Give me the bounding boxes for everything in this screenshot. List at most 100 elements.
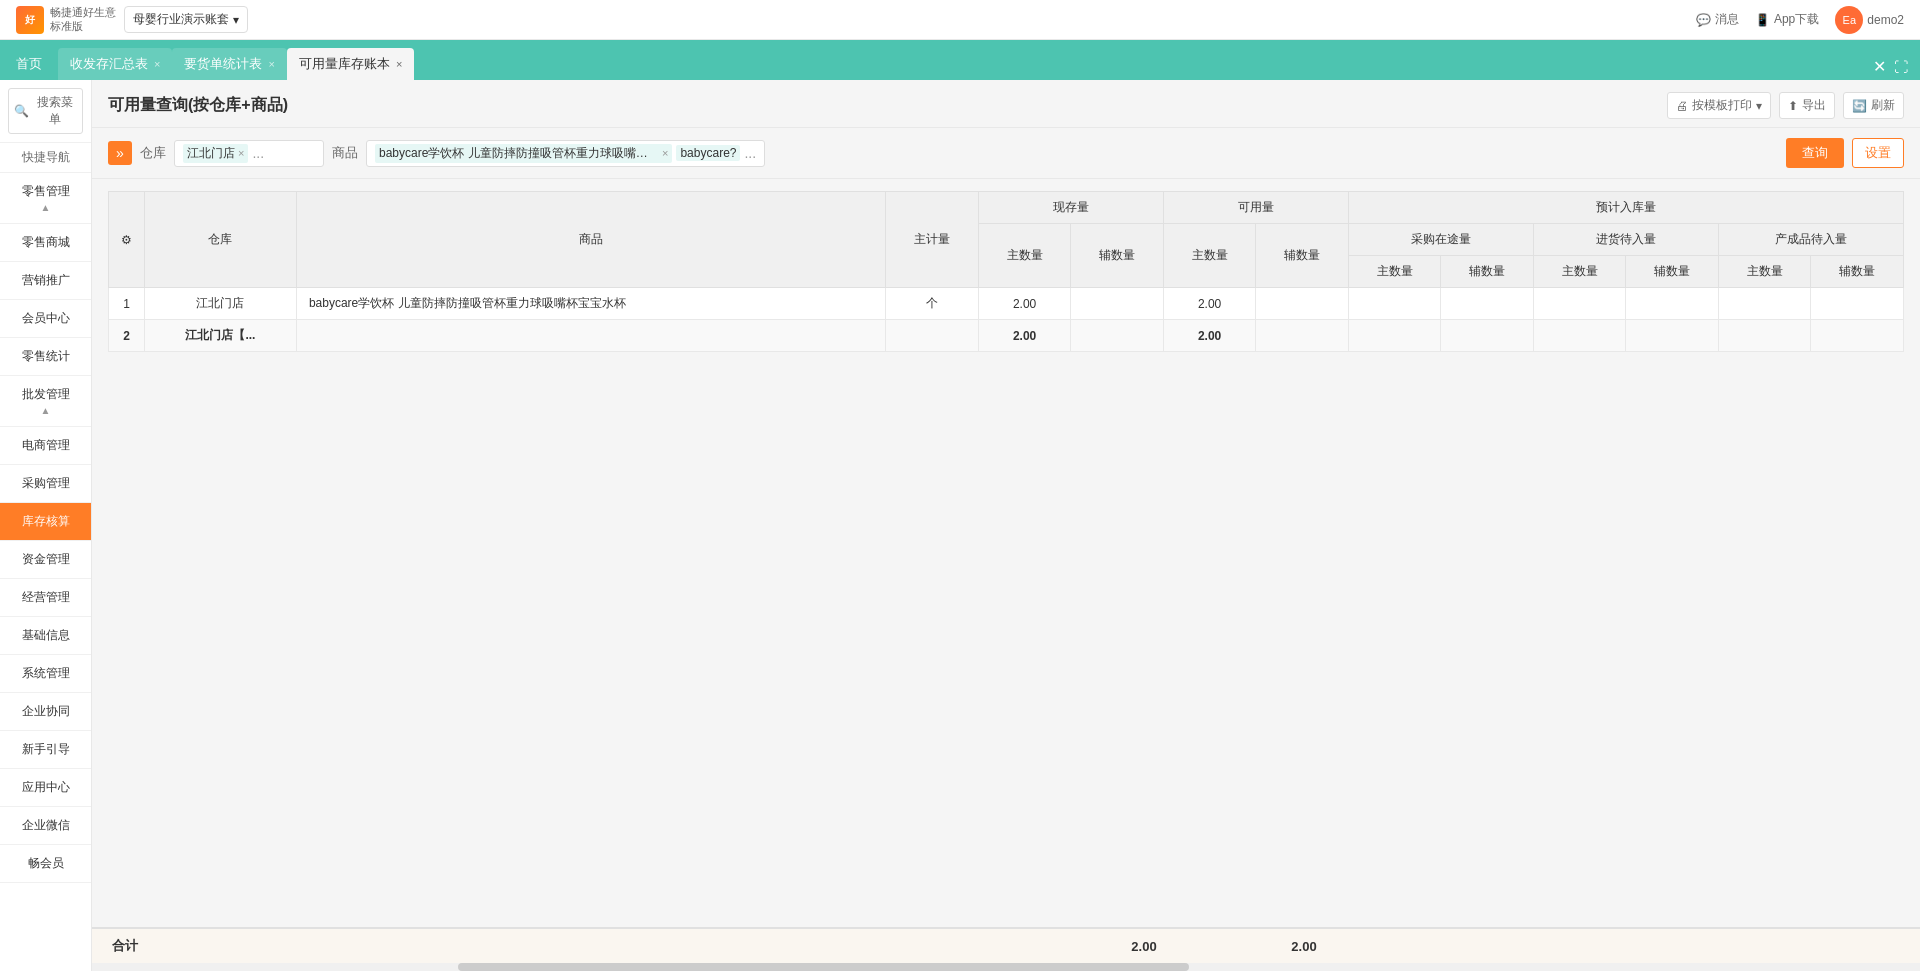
- th-available-main: 主数量: [1163, 224, 1256, 288]
- sidebar-item-member-label: 会员中心: [22, 310, 70, 327]
- tab-order-stats[interactable]: 要货单统计表 ×: [172, 48, 286, 80]
- sidebar-item-basic-info[interactable]: 基础信息: [0, 617, 91, 655]
- settings-btn[interactable]: 设置: [1852, 138, 1904, 168]
- product-dots[interactable]: ...: [744, 145, 756, 161]
- tab-home[interactable]: 首页: [0, 48, 58, 80]
- cell-product-0: babycare学饮杯 儿童防摔防撞吸管杯重力球吸嘴杯宝宝水杯: [296, 288, 885, 320]
- sidebar-item-member[interactable]: 会员中心: [0, 300, 91, 338]
- th-finished-pending-group: 产成品待入量: [1718, 224, 1903, 256]
- th-purchase-transit-group: 采购在途量: [1348, 224, 1533, 256]
- th-purchase-transit-main: 主数量: [1348, 256, 1441, 288]
- sidebar-item-retail-mall[interactable]: 零售商城: [0, 224, 91, 262]
- sidebar-item-vip-member[interactable]: 畅会员: [0, 845, 91, 883]
- page-title: 可用量查询(按仓库+商品): [108, 95, 288, 116]
- app-download-btn[interactable]: 📱 App下载: [1755, 11, 1819, 28]
- product-tag-1: babycare?: [676, 145, 740, 161]
- sidebar-item-enterprise-wechat-label: 企业微信: [22, 817, 70, 834]
- header-actions: 🖨 按模板打印 ▾ ⬆ 导出 🔄 刷新: [1667, 92, 1904, 119]
- footer-fp-main: [1744, 939, 1824, 954]
- sidebar-item-finance[interactable]: 资金管理: [0, 541, 91, 579]
- export-btn[interactable]: ⬆ 导出: [1779, 92, 1835, 119]
- product-tag-1-label: babycare?: [680, 146, 736, 160]
- cell-available-aux-1: [1256, 320, 1349, 352]
- data-table: ⚙ 仓库 商品 主计量 现存量: [108, 191, 1904, 352]
- sidebar-item-operations-label: 经营管理: [22, 589, 70, 606]
- horizontal-scrollbar[interactable]: [92, 963, 1920, 971]
- brand-selector[interactable]: 母婴行业演示账套 ▾: [124, 6, 248, 33]
- cell-num-0: 1: [109, 288, 145, 320]
- close-window-btn[interactable]: ✕: [1873, 57, 1886, 76]
- sidebar-item-system-label: 系统管理: [22, 665, 70, 682]
- sidebar-item-inventory[interactable]: 库存核算: [0, 503, 91, 541]
- template-print-label: 按模板打印: [1692, 97, 1752, 114]
- refresh-icon: 🔄: [1852, 99, 1867, 113]
- message-btn[interactable]: 💬 消息: [1696, 11, 1739, 28]
- cell-available-main-0: 2.00: [1163, 288, 1256, 320]
- sidebar-item-enterprise-label: 企业协同: [22, 703, 70, 720]
- sidebar-item-enterprise-wechat[interactable]: 企业微信: [0, 807, 91, 845]
- template-print-btn[interactable]: 🖨 按模板打印 ▾: [1667, 92, 1771, 119]
- sidebar-item-enterprise[interactable]: 企业协同: [0, 693, 91, 731]
- tab-order-stats-close[interactable]: ×: [268, 58, 274, 70]
- expand-window-btn[interactable]: ⛶: [1894, 59, 1908, 75]
- cell-ip-main-0: [1533, 288, 1626, 320]
- cell-current-aux-0: [1071, 288, 1164, 320]
- cell-fp-aux-1: [1811, 320, 1904, 352]
- table-container: ⚙ 仓库 商品 主计量 现存量: [92, 179, 1920, 927]
- cell-fp-main-0: [1718, 288, 1811, 320]
- message-label: 消息: [1715, 11, 1739, 28]
- sidebar-item-app-center-label: 应用中心: [22, 779, 70, 796]
- th-settings[interactable]: ⚙: [109, 192, 145, 288]
- tabbar-controls: ✕ ⛶: [1873, 57, 1920, 80]
- tab-summary[interactable]: 收发存汇总表 ×: [58, 48, 172, 80]
- warehouse-tag-area[interactable]: 江北门店 × ...: [174, 140, 324, 167]
- tab-available-stock-label: 可用量库存账本: [299, 55, 390, 73]
- user-area[interactable]: Ea demo2: [1835, 6, 1904, 34]
- footer-label: 合计: [108, 937, 200, 955]
- warehouse-dots[interactable]: ...: [252, 145, 264, 161]
- quick-nav-label: 快捷导航: [22, 150, 70, 164]
- cell-pt-main-0: [1348, 288, 1441, 320]
- sidebar-item-finance-label: 资金管理: [22, 551, 70, 568]
- cell-current-main-0: 2.00: [978, 288, 1071, 320]
- cell-ip-aux-1: [1626, 320, 1719, 352]
- sidebar-item-new-guide[interactable]: 新手引导: [0, 731, 91, 769]
- footer-fp-aux: [1824, 939, 1904, 954]
- th-inbound-pending-main: 主数量: [1533, 256, 1626, 288]
- sidebar-item-ecommerce-label: 电商管理: [22, 437, 70, 454]
- product-tag-0-label: babycare学饮杯 儿童防摔防撞吸管杯重力球吸嘴杯宝宝水杯: [379, 145, 659, 162]
- sidebar-item-system[interactable]: 系统管理: [0, 655, 91, 693]
- sidebar-item-purchase-mgmt[interactable]: 采购管理: [0, 465, 91, 503]
- filter-expand-btn[interactable]: »: [108, 141, 132, 165]
- tab-summary-close[interactable]: ×: [154, 58, 160, 70]
- sidebar-item-retail-mgmt[interactable]: 零售管理 ▲: [0, 173, 91, 224]
- product-tag-area[interactable]: babycare学饮杯 儿童防摔防撞吸管杯重力球吸嘴杯宝宝水杯 × babyca…: [366, 140, 765, 167]
- logo-line2: 标准版: [50, 20, 116, 33]
- sidebar-item-wholesale-mgmt[interactable]: 批发管理 ▲: [0, 376, 91, 427]
- sidebar-item-marketing[interactable]: 营销推广: [0, 262, 91, 300]
- th-finished-pending-aux: 辅数量: [1811, 256, 1904, 288]
- scrollbar-thumb[interactable]: [458, 963, 1189, 971]
- sidebar-item-ecommerce[interactable]: 电商管理: [0, 427, 91, 465]
- footer-totals: 2.00 2.00: [1104, 939, 1904, 954]
- query-btn[interactable]: 查询: [1786, 138, 1844, 168]
- tab-available-stock-close[interactable]: ×: [396, 58, 402, 70]
- warehouse-tag-0-close[interactable]: ×: [238, 147, 244, 159]
- product-tag-0: babycare学饮杯 儿童防摔防撞吸管杯重力球吸嘴杯宝宝水杯 ×: [375, 144, 672, 163]
- cell-unit-0: 个: [886, 288, 979, 320]
- sidebar-item-app-center[interactable]: 应用中心: [0, 769, 91, 807]
- sidebar-item-retail-stats[interactable]: 零售统计: [0, 338, 91, 376]
- footer-available-aux-total: [1344, 939, 1424, 954]
- topbar: 好 畅捷通好生意 标准版 母婴行业演示账套 ▾ 💬 消息 📱 App下载 Ea …: [0, 0, 1920, 40]
- tab-available-stock[interactable]: 可用量库存账本 ×: [287, 48, 414, 80]
- content-header: 可用量查询(按仓库+商品) 🖨 按模板打印 ▾ ⬆ 导出 🔄 刷新: [92, 80, 1920, 128]
- export-label: 导出: [1802, 97, 1826, 114]
- logo-text: 畅捷通好生意 标准版: [50, 6, 116, 32]
- refresh-btn[interactable]: 🔄 刷新: [1843, 92, 1904, 119]
- search-menu-btn[interactable]: 🔍 搜索菜单: [8, 88, 83, 134]
- cell-fp-main-1: [1718, 320, 1811, 352]
- sidebar-item-operations[interactable]: 经营管理: [0, 579, 91, 617]
- product-tag-0-close[interactable]: ×: [662, 147, 668, 159]
- filter-row: 仓库 江北门店 × ... 商品 babycare学饮杯 儿童防摔防撞吸管杯重力…: [140, 138, 1904, 168]
- sidebar-quick-nav[interactable]: 快捷导航: [0, 143, 91, 173]
